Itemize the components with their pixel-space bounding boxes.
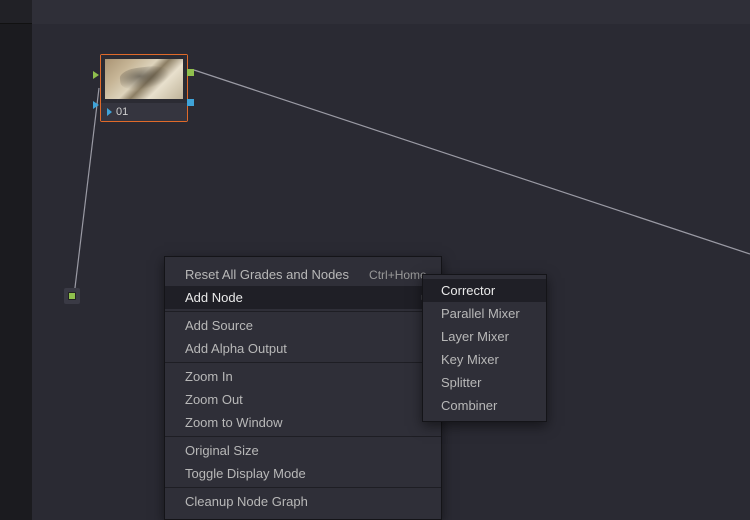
context-menu[interactable]: Reset All Grades and Nodes Ctrl+Home Add…	[164, 256, 442, 520]
submenu-layer-mixer[interactable]: Layer Mixer	[423, 325, 546, 348]
submenu-key-mixer[interactable]: Key Mixer	[423, 348, 546, 371]
node-label: 01	[116, 106, 128, 118]
node-graph-canvas[interactable]: 01 Reset All Grades and Nodes Ctrl+Home …	[32, 24, 750, 520]
menu-original-size[interactable]: Original Size	[165, 439, 441, 462]
add-node-submenu[interactable]: Corrector Parallel Mixer Layer Mixer Key…	[422, 274, 547, 422]
menu-item-label: Zoom to Window	[185, 415, 283, 430]
submenu-corrector[interactable]: Corrector	[423, 279, 546, 302]
context-menu-group-3: Zoom In Zoom Out Zoom to Window	[165, 363, 441, 437]
menu-item-label: Corrector	[441, 283, 495, 298]
top-toolbar-light	[32, 0, 750, 24]
node-thumbnail-wrap	[101, 55, 187, 103]
menu-zoom-out[interactable]: Zoom Out	[165, 388, 441, 411]
context-menu-group-2: Add Source Add Alpha Output	[165, 312, 441, 363]
menu-item-label: Original Size	[185, 443, 259, 458]
menu-item-label: Splitter	[441, 375, 481, 390]
menu-item-shortcut: Ctrl+Home	[369, 268, 427, 282]
node-key-input-icon[interactable]	[93, 101, 99, 109]
node-rgb-input-icon[interactable]	[93, 71, 99, 79]
submenu-splitter[interactable]: Splitter	[423, 371, 546, 394]
submenu-combiner[interactable]: Combiner	[423, 394, 546, 417]
menu-item-label: Add Source	[185, 318, 253, 333]
menu-item-label: Parallel Mixer	[441, 306, 520, 321]
menu-item-label: Zoom In	[185, 369, 233, 384]
menu-item-label: Add Node	[185, 290, 243, 305]
menu-add-node[interactable]: Add Node ▸	[165, 286, 441, 309]
menu-item-label: Combiner	[441, 398, 497, 413]
menu-reset-all-grades[interactable]: Reset All Grades and Nodes Ctrl+Home	[165, 263, 441, 286]
context-menu-group-1: Reset All Grades and Nodes Ctrl+Home Add…	[165, 261, 441, 312]
menu-item-label: Add Alpha Output	[185, 341, 287, 356]
submenu-parallel-mixer[interactable]: Parallel Mixer	[423, 302, 546, 325]
menu-add-source[interactable]: Add Source	[165, 314, 441, 337]
menu-item-label: Zoom Out	[185, 392, 243, 407]
node-rgb-output-icon[interactable]	[187, 69, 194, 76]
node-01[interactable]: 01	[100, 54, 188, 122]
menu-zoom-to-window[interactable]: Zoom to Window	[165, 411, 441, 434]
context-menu-group-5: Cleanup Node Graph	[165, 488, 441, 515]
node-key-output-icon[interactable]	[187, 99, 194, 106]
left-sidebar	[0, 24, 32, 520]
menu-item-label: Toggle Display Mode	[185, 466, 306, 481]
menu-add-alpha-output[interactable]: Add Alpha Output	[165, 337, 441, 360]
node-label-bar: 01	[101, 103, 187, 121]
menu-item-label: Layer Mixer	[441, 329, 509, 344]
menu-cleanup-node-graph[interactable]: Cleanup Node Graph	[165, 490, 441, 513]
context-menu-group-4: Original Size Toggle Display Mode	[165, 437, 441, 488]
node-label-key-icon	[107, 108, 112, 116]
menu-item-label: Cleanup Node Graph	[185, 494, 308, 509]
menu-toggle-display-mode[interactable]: Toggle Display Mode	[165, 462, 441, 485]
menu-item-label: Reset All Grades and Nodes	[185, 267, 349, 282]
node-thumbnail	[105, 59, 183, 99]
menu-item-label: Key Mixer	[441, 352, 499, 367]
source-output-connector[interactable]	[68, 292, 76, 300]
menu-zoom-in[interactable]: Zoom In	[165, 365, 441, 388]
